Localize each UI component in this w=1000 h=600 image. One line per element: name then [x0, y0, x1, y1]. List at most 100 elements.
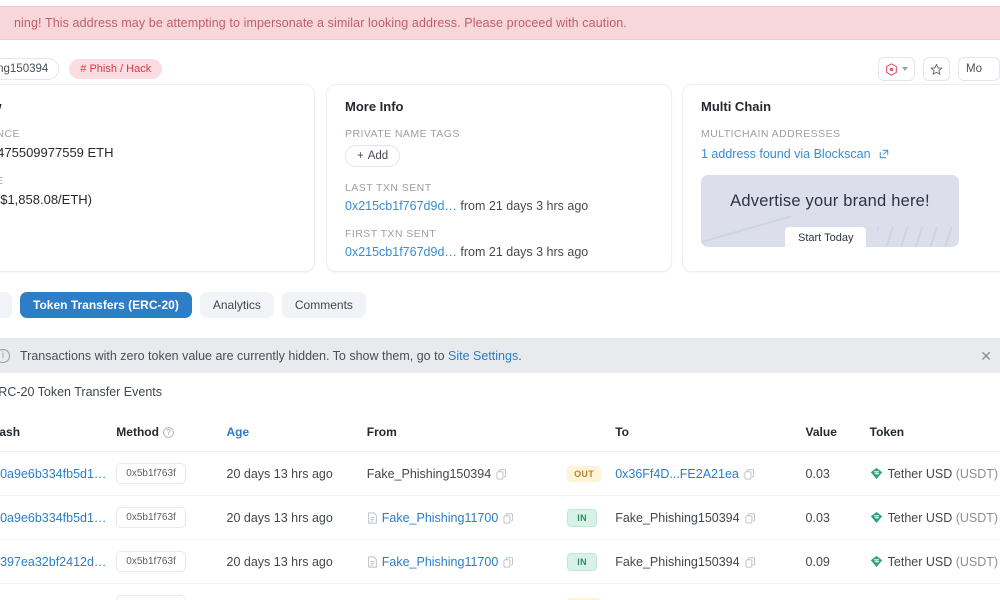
last-txn-sent-row: 0x215cb1f767d9d… from 21 days 3 hrs ago	[345, 199, 653, 213]
address-name-tag[interactable]: e_Phishing150394	[0, 58, 60, 80]
to-address: Fake_Phishing150394	[615, 510, 740, 525]
external-link-icon	[879, 149, 889, 159]
from-cell: Fake_Phishing150394	[366, 583, 568, 600]
age-cell: 20 days 13 hrs ago	[226, 583, 367, 600]
table-header-row: Txn Hash Method? Age From To Value Token	[0, 414, 1000, 452]
multichain-addresses-label: MULTICHAIN ADDRESSES	[701, 128, 841, 140]
direction-badge: OUT	[567, 465, 602, 482]
txn-hash-cell: 0x947397ea32bf2412d…	[0, 539, 117, 584]
plus-icon: +	[357, 150, 364, 162]
tab-comments[interactable]: Comments	[281, 292, 366, 318]
method-badge: 0x5b1f763f	[116, 595, 186, 600]
age-cell: 20 days 13 hrs ago	[226, 495, 367, 540]
title-action-buttons: Mo	[878, 57, 1000, 81]
token-cell: Tether USD (USDT)	[869, 539, 1000, 584]
close-icon[interactable]: ✕	[980, 349, 992, 363]
first-txn-sent-block: FIRST TXN SENT 0x215cb1f767d9d… from 21 …	[345, 228, 653, 259]
method-cell: 0x5b1f763f	[116, 539, 227, 584]
copy-icon[interactable]	[503, 512, 514, 524]
eth-value-label: I VALUE	[0, 175, 296, 187]
last-txn-hash-link[interactable]: 0x215cb1f767d9d…	[345, 199, 457, 213]
value-cell: 0.03	[805, 451, 870, 496]
header-direction-spacer	[567, 414, 616, 452]
blockscan-address-link[interactable]: 1 address found via Blockscan	[701, 147, 871, 161]
age-cell: 20 days 13 hrs ago	[226, 451, 367, 496]
copy-icon[interactable]	[745, 556, 756, 568]
from-address[interactable]: Fake_Phishing11700	[382, 511, 499, 525]
token-name[interactable]: Tether USD	[888, 555, 953, 569]
advertisement-banner[interactable]: Advertise your brand here! Start Today A…	[701, 175, 959, 247]
add-private-name-tag-button[interactable]: + Add	[345, 145, 401, 167]
copy-icon[interactable]	[496, 468, 507, 480]
direction-cell: IN	[567, 539, 616, 584]
summary-cards: erview I BALANCE .0012475509977559 ETH I…	[0, 84, 1000, 274]
favorite-star-button[interactable]	[923, 57, 950, 81]
txn-hash-link[interactable]: 0x9460a9e6b334fb5d1…	[0, 467, 106, 481]
table-row: 0x9460a9e6b334fb5d1… 0x5b1f763f 20 days 13…	[0, 451, 1000, 496]
overview-card: erview I BALANCE .0012475509977559 ETH I…	[0, 84, 315, 272]
token-cell: Tether USD (USDT)	[869, 451, 1000, 496]
from-cell: Fake_Phishing11700	[366, 495, 568, 540]
header-token: Token	[869, 414, 1000, 452]
header-method: Method?	[116, 414, 227, 452]
phish-hack-badge[interactable]: # Phish / Hack	[69, 59, 163, 79]
method-cell: 0x5b1f763f	[116, 495, 227, 540]
more-button[interactable]: Mo	[958, 57, 1000, 81]
tether-token-icon	[870, 511, 882, 523]
info-icon: i	[0, 348, 10, 363]
copy-icon[interactable]	[744, 468, 755, 480]
copy-icon[interactable]	[503, 556, 514, 568]
first-txn-sent-row: 0x215cb1f767d9d… from 21 days 3 hrs ago	[345, 245, 653, 259]
txn-hash-link[interactable]: 0x9460a9e6b334fb5d1…	[0, 511, 106, 525]
tab-analytics[interactable]: Analytics	[199, 292, 274, 318]
private-name-tags-label: PRIVATE NAME TAGS	[345, 128, 460, 140]
overview-card-title: erview	[0, 99, 296, 114]
phishing-warning-text: ning! This address may be attempting to …	[14, 16, 627, 30]
ad-decoration-stripes	[877, 227, 959, 247]
token-name[interactable]: Tether USD	[888, 511, 953, 525]
eth-balance-value: .0012475509977559 ETH	[0, 145, 114, 160]
eth-balance-label: I BALANCE	[0, 128, 20, 140]
tether-token-icon	[870, 555, 882, 567]
txn-hash-link[interactable]: 0x947397ea32bf2412d…	[0, 555, 106, 569]
age-cell: 20 days 13 hrs ago	[226, 539, 367, 584]
help-icon[interactable]: ?	[162, 427, 174, 438]
tether-token-icon	[870, 467, 882, 479]
value-cell: 0.09	[805, 539, 870, 584]
warning-hexagon-icon	[886, 62, 897, 76]
notice-text-suffix: .	[518, 348, 522, 363]
token-name[interactable]: Tether USD	[888, 467, 953, 481]
first-txn-hash-link[interactable]: 0x215cb1f767d9d…	[345, 245, 457, 259]
to-cell: Fake_Phishing150394	[615, 495, 806, 540]
value-cell: 0.09	[805, 583, 870, 600]
from-address[interactable]: Fake_Phishing11700	[382, 555, 499, 569]
site-settings-link[interactable]: Site Settings	[448, 349, 518, 363]
header-age[interactable]: Age	[226, 414, 367, 452]
etherscan-address-page: ning! This address may be attempting to …	[0, 0, 1000, 600]
header-from: From	[366, 414, 568, 452]
direction-cell: OUT	[567, 583, 616, 600]
to-address: Fake_Phishing150394	[615, 554, 740, 569]
table-body: 0x9460a9e6b334fb5d1… 0x5b1f763f 20 days 13…	[0, 451, 1000, 600]
first-txn-sent-label: FIRST TXN SENT	[345, 228, 437, 240]
ad-start-today-button[interactable]: Start Today	[785, 227, 867, 247]
ad-headline: Advertise your brand here!	[730, 192, 930, 210]
notice-text-body: Transactions with zero token value are c…	[20, 348, 449, 363]
tab-token-transfers[interactable]: Token Transfers (ERC-20)	[20, 292, 192, 318]
multi-chain-card-title: Multi Chain	[701, 99, 772, 114]
contract-document-icon	[367, 555, 377, 568]
value-cell: 0.03	[805, 495, 870, 540]
last-txn-sent-block: LAST TXN SENT 0x215cb1f767d9d… from 21 d…	[345, 182, 653, 213]
eth-value-value: 32 (@ $1,858.08/ETH)	[0, 192, 92, 207]
tab-transactions[interactable]: sactions	[0, 292, 13, 318]
copy-icon[interactable]	[745, 512, 756, 524]
warning-flag-button[interactable]	[878, 57, 915, 81]
token-symbol: (USDT)	[955, 554, 999, 569]
multi-chain-card: Multi Chain MULTICHAIN ADDRESSES 1 addre…	[682, 84, 1000, 272]
to-address[interactable]: 0x36Ff4D...FE2A21ea	[615, 467, 739, 481]
token-cell: Tether USD (USDT)	[869, 495, 1000, 540]
token-symbol: (USDT)	[955, 510, 999, 525]
direction-badge: IN	[567, 508, 598, 527]
address-title-row: e_Phishing150394 # Phish / Hack Mo	[0, 52, 1000, 86]
from-address: Fake_Phishing150394	[366, 466, 492, 481]
